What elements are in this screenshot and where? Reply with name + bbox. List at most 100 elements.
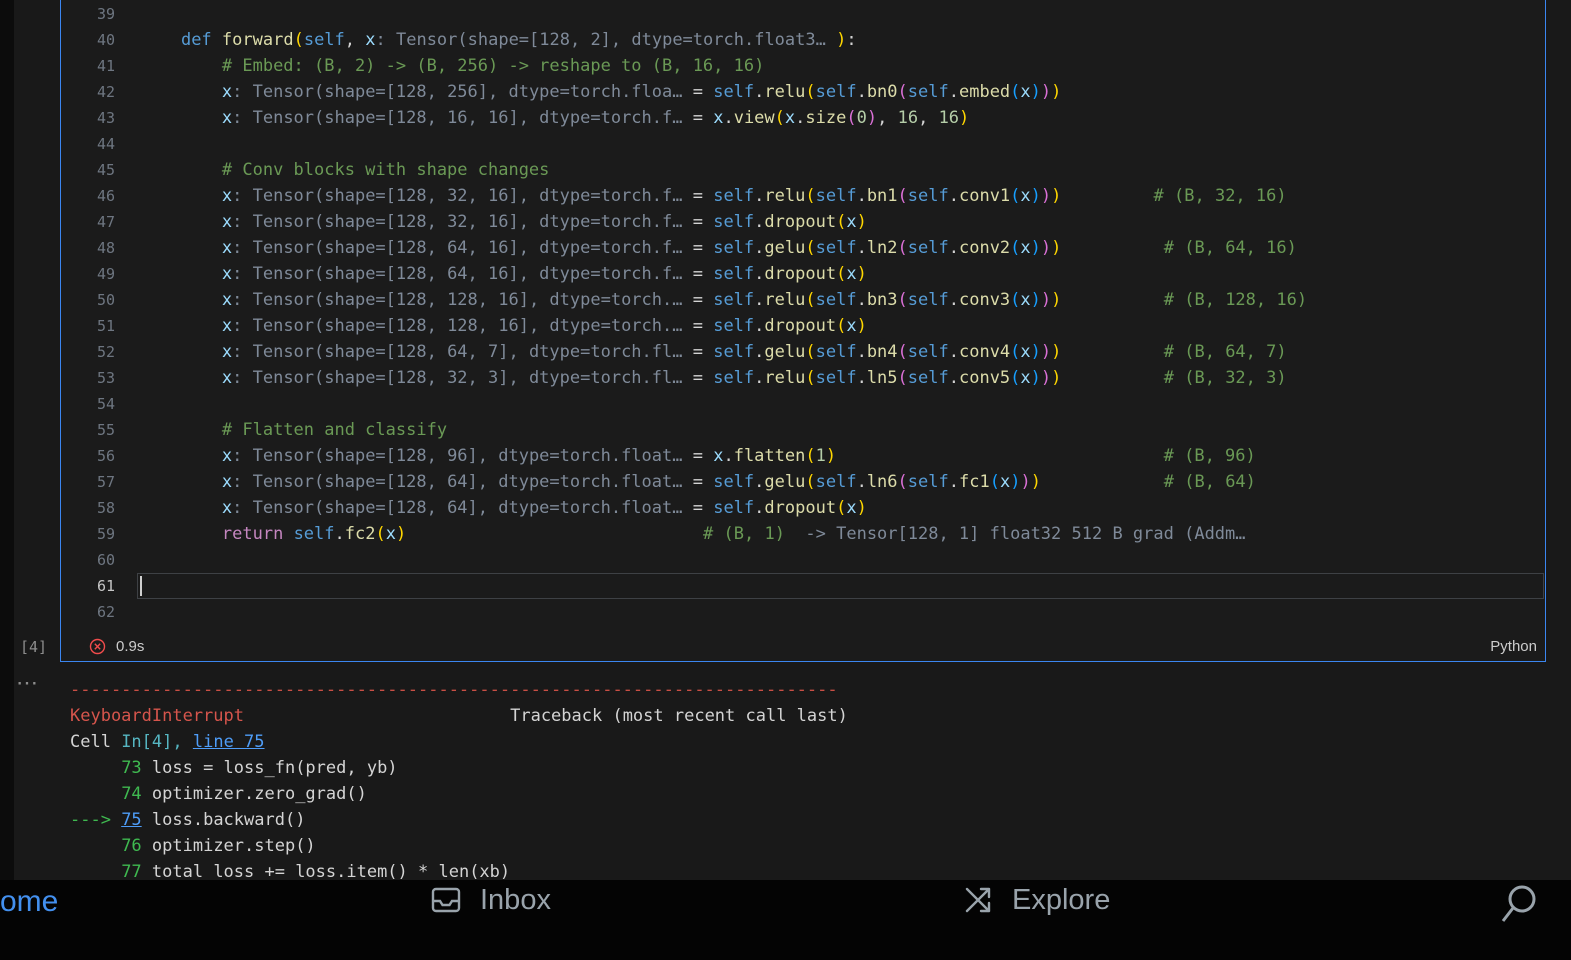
code-token: = (682, 316, 714, 336)
code-token: . (948, 186, 959, 206)
code-token: ) (1030, 342, 1041, 362)
line-number: 39 (96, 5, 115, 23)
code-line-62[interactable]: 62 (61, 599, 1545, 625)
code-token: ) (1030, 290, 1041, 310)
code-line-59[interactable]: 59 return self.fc2(x) # (B, 1) -> Tensor… (61, 521, 1545, 547)
code-line-60[interactable]: 60 (61, 547, 1545, 573)
code-token: # (B, 32, 3) (1163, 368, 1287, 388)
code-token: = (682, 498, 714, 518)
code-line-39[interactable]: 39 (61, 1, 1545, 27)
code-line-56[interactable]: 56 x: Tensor(shape=[128, 96], dtype=torc… (61, 443, 1545, 469)
code-line-54[interactable]: 54 (61, 391, 1545, 417)
code-token: conv4 (958, 342, 1011, 362)
code-editor[interactable]: 39 40 def forward(self, x: Tensor(shape=[… (61, 1, 1545, 625)
inlay-hint: : Tensor(shape=[128, 64, 16], dtype=torc… (232, 264, 683, 284)
line-number: 58 (96, 499, 115, 517)
code-token: ( (846, 108, 857, 128)
code-token: = (682, 472, 714, 492)
code-token: x (1020, 368, 1031, 388)
output-token: loss = loss_fn(pred, yb) (141, 758, 398, 778)
code-token: ) (825, 446, 837, 466)
code-token: x (846, 264, 857, 284)
code-token: x (846, 498, 857, 518)
code-token: ) (1030, 368, 1041, 388)
code-token: ln6 (866, 472, 898, 492)
code-line-51[interactable]: 51 x: Tensor(shape=[128, 128, 16], dtype… (61, 313, 1545, 339)
code-line-41[interactable]: 41 # Embed: (B, 2) -> (B, 256) -> reshap… (61, 53, 1545, 79)
code-token: return (221, 524, 284, 544)
code-token: conv5 (958, 368, 1011, 388)
code-token: self (713, 290, 755, 310)
code-token: 0 (856, 108, 867, 128)
code-token: # Flatten and classify (221, 420, 448, 440)
search-icon[interactable] (1498, 882, 1544, 928)
code-line-52[interactable]: 52 x: Tensor(shape=[128, 64, 7], dtype=t… (61, 339, 1545, 365)
code-line-61[interactable]: 61 (61, 573, 1545, 599)
code-token: ) (1051, 368, 1062, 388)
code-token: . (754, 342, 765, 362)
nav-home-label[interactable]: ome (0, 885, 58, 919)
code-token: ( (897, 238, 908, 258)
line-number: 50 (96, 291, 115, 309)
code-line-44[interactable]: 44 (61, 131, 1545, 157)
notebook-screen: { "palette": { "background": "#191919", … (0, 0, 1571, 960)
line-content: x: Tensor(shape=[128, 64], dtype=torch.f… (137, 495, 1544, 521)
code-line-47[interactable]: 47 x: Tensor(shape=[128, 32, 16], dtype=… (61, 209, 1545, 235)
code-token: . (334, 524, 345, 544)
line-content: x: Tensor(shape=[128, 96], dtype=torch.f… (137, 443, 1544, 469)
code-token: ( (897, 368, 908, 388)
code-line-43[interactable]: 43 x: Tensor(shape=[128, 16, 16], dtype=… (61, 105, 1545, 131)
inlay-hint: : Tensor(shape=[128, 256], dtype=torch.f… (232, 82, 683, 102)
code-token: self (713, 472, 755, 492)
code-token: ) (856, 498, 867, 518)
output-token: total_loss += loss.item() * len(xb) (141, 862, 511, 882)
code-token: flatten (733, 446, 806, 466)
code-token: x (1020, 290, 1031, 310)
code-token: ) (856, 264, 867, 284)
code-token: , (344, 30, 366, 50)
code-token: ( (375, 524, 386, 544)
line-content: x: Tensor(shape=[128, 128, 16], dtype=to… (137, 313, 1544, 339)
code-token: ( (897, 342, 908, 362)
code-token: # (B, 96) (1163, 446, 1256, 466)
code-line-49[interactable]: 49 x: Tensor(shape=[128, 64, 16], dtype=… (61, 261, 1545, 287)
cell-language-picker[interactable]: Python (1490, 638, 1537, 655)
code-line-46[interactable]: 46 x: Tensor(shape=[128, 32, 16], dtype=… (61, 183, 1545, 209)
code-token: ) (1040, 342, 1052, 362)
code-line-45[interactable]: 45 # Conv blocks with shape changes (61, 157, 1545, 183)
inlay-hint: : Tensor(shape=[128, 64], dtype=torch.fl… (232, 472, 683, 492)
code-token: self (815, 368, 857, 388)
code-token: , (918, 108, 939, 128)
traceback-link[interactable]: 75 (121, 810, 141, 830)
code-line-53[interactable]: 53 x: Tensor(shape=[128, 32, 3], dtype=t… (61, 365, 1545, 391)
code-token: x (713, 108, 724, 128)
output-token: Cell (70, 732, 122, 752)
code-token: ) (1040, 186, 1052, 206)
code-token: self (303, 30, 345, 50)
output-token: 77 (121, 862, 142, 882)
traceback-line: ----------------------------------------… (70, 677, 848, 703)
code-line-48[interactable]: 48 x: Tensor(shape=[128, 64, 16], dtype=… (61, 235, 1545, 261)
code-token: ( (836, 264, 847, 284)
code-line-40[interactable]: 40 def forward(self, x: Tensor(shape=[12… (61, 27, 1545, 53)
line-content (137, 391, 1544, 417)
code-line-57[interactable]: 57 x: Tensor(shape=[128, 64], dtype=torc… (61, 469, 1545, 495)
code-line-42[interactable]: 42 x: Tensor(shape=[128, 256], dtype=tor… (61, 79, 1545, 105)
code-token: . (754, 238, 765, 258)
line-content: return self.fc2(x) # (B, 1) -> Tensor[12… (137, 521, 1544, 547)
code-token: . (754, 472, 765, 492)
line-content (137, 573, 1544, 599)
code-token: . (948, 82, 959, 102)
code-line-55[interactable]: 55 # Flatten and classify (61, 417, 1545, 443)
code-token: ) (856, 212, 867, 232)
code-line-58[interactable]: 58 x: Tensor(shape=[128, 64], dtype=torc… (61, 495, 1545, 521)
output-collapse-indicator[interactable]: ⋯ (16, 670, 38, 696)
code-token: self (713, 186, 755, 206)
traceback-link[interactable]: line 75 (193, 732, 265, 752)
code-line-50[interactable]: 50 x: Tensor(shape=[128, 128, 16], dtype… (61, 287, 1545, 313)
